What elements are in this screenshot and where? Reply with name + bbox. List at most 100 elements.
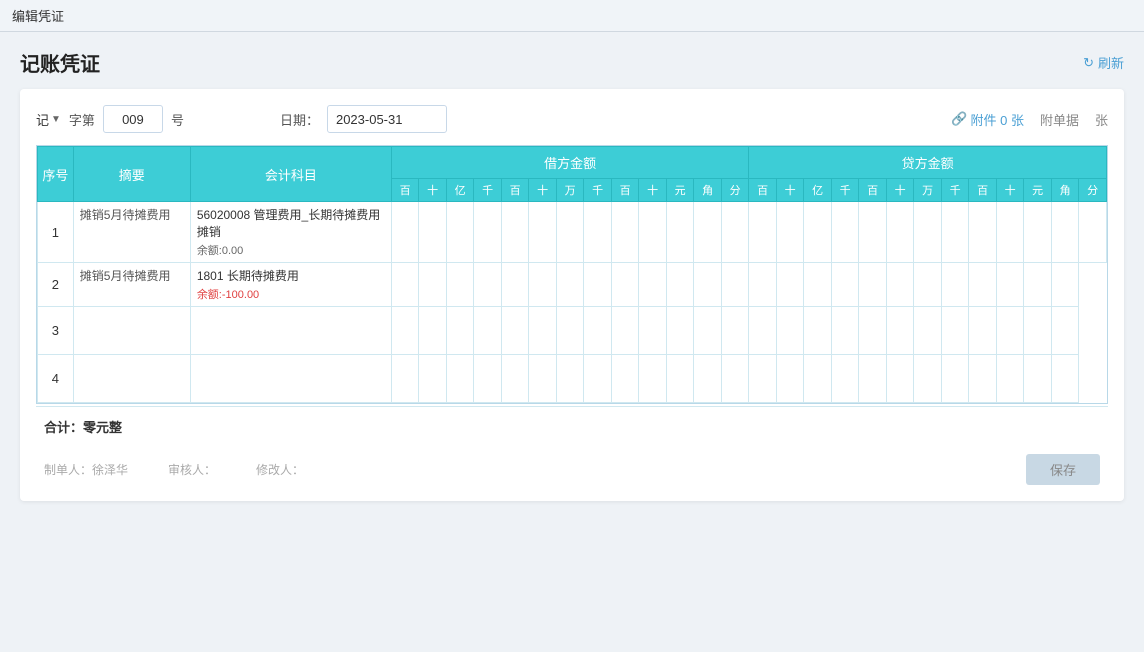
th-debit-jiao1: 角	[694, 179, 722, 202]
row-credit-1-3[interactable]	[804, 202, 832, 263]
row-debit-1-8[interactable]	[584, 202, 612, 263]
voucher-form-row: 记 ▼ 字第 号 日期： 🔗 附件 0 张 附单据 张	[36, 105, 1108, 133]
attachment-link[interactable]: 🔗 附件 0 张	[951, 110, 1024, 129]
table-row: 1 摊销5月待摊费用 56020008 管理费用_长期待摊费用摊销 余额:0.0…	[38, 202, 1107, 263]
save-button[interactable]: 保存	[1026, 454, 1100, 485]
row-credit-1-8[interactable]	[941, 202, 969, 263]
row-summary-3[interactable]	[73, 307, 190, 355]
page-header: 记账凭证 ↻ 刷新	[20, 48, 1124, 77]
th-debit-bai3: 百	[611, 179, 639, 202]
row-account-3[interactable]	[190, 307, 391, 355]
attachment-note: 附单据	[1040, 110, 1079, 129]
th-credit-bai2: 百	[859, 179, 887, 202]
th-credit: 贷方金额	[749, 147, 1107, 179]
row-credit-1-12[interactable]	[1051, 202, 1079, 263]
row-credit-1-7[interactable]	[914, 202, 942, 263]
hao-label: 号	[171, 110, 184, 129]
info-footer: 制单人：徐泽华 审核人： 修改人： 保存	[36, 446, 1108, 485]
th-debit-shi3: 十	[639, 179, 667, 202]
row-debit-1-3[interactable]	[446, 202, 474, 263]
th-credit-shi3: 十	[996, 179, 1024, 202]
row-credit-1-4[interactable]	[831, 202, 859, 263]
date-label: 日期：	[280, 110, 319, 129]
th-debit-yuan1: 元	[666, 179, 694, 202]
th-debit-bai2: 百	[501, 179, 529, 202]
modifier-label: 修改人：	[256, 461, 304, 478]
row-account-1[interactable]: 56020008 管理费用_长期待摊费用摊销 余额:0.00	[190, 202, 391, 263]
th-debit-qian2: 千	[584, 179, 612, 202]
paperclip-icon: 🔗	[951, 111, 967, 127]
attachment-label: 附件 0 张	[971, 110, 1024, 129]
table-row: 3	[38, 307, 1107, 355]
th-credit-bai3: 百	[969, 179, 997, 202]
row-credit-1-2[interactable]	[776, 202, 804, 263]
row-summary-4[interactable]	[73, 355, 190, 403]
row-credit-1-1[interactable]	[749, 202, 777, 263]
th-credit-jiao1: 角	[1051, 179, 1079, 202]
th-debit-yi1: 亿	[446, 179, 474, 202]
th-credit-qian1: 千	[831, 179, 859, 202]
row-credit-1-5[interactable]	[859, 202, 887, 263]
th-credit-fen1: 分	[1079, 179, 1107, 202]
voucher-card: 记 ▼ 字第 号 日期： 🔗 附件 0 张 附单据 张	[20, 89, 1124, 501]
row-debit-1-6[interactable]	[529, 202, 557, 263]
row-summary-1[interactable]: 摊销5月待摊费用	[73, 202, 190, 263]
reviewer-label: 审核人：	[168, 461, 216, 478]
th-seq: 序号	[38, 147, 74, 202]
voucher-table: 序号 摘要 会计科目 借方金额 贷方金额	[37, 146, 1107, 403]
th-credit-shi2: 十	[886, 179, 914, 202]
row-debit-1-10[interactable]	[639, 202, 667, 263]
th-debit-fen1: 分	[721, 179, 749, 202]
table-row: 4	[38, 355, 1107, 403]
th-debit-shi2: 十	[529, 179, 557, 202]
th-debit-bai1: 百	[391, 179, 419, 202]
title-bar-label: 编辑凭证	[12, 6, 64, 25]
th-debit-shi1: 十	[419, 179, 447, 202]
row-debit-1-13[interactable]	[721, 202, 749, 263]
row-debit-1-9[interactable]	[611, 202, 639, 263]
chevron-down-icon[interactable]: ▼	[51, 114, 61, 125]
row-seq-2: 2	[38, 263, 74, 307]
row-debit-1-1[interactable]	[391, 202, 419, 263]
total-label: 合计：零元整	[44, 417, 122, 436]
voucher-number-input[interactable]	[103, 105, 163, 133]
row-credit-1-10[interactable]	[996, 202, 1024, 263]
row-debit-1-4[interactable]	[474, 202, 502, 263]
row-credit-1-13[interactable]	[1079, 202, 1107, 263]
table-row: 2 摊销5月待摊费用 1801 长期待摊费用 余额:-100.00	[38, 263, 1107, 307]
th-credit-qian2: 千	[941, 179, 969, 202]
th-credit-yi1: 亿	[804, 179, 832, 202]
th-debit-qian1: 千	[474, 179, 502, 202]
refresh-button[interactable]: ↻ 刷新	[1083, 53, 1124, 72]
title-bar: 编辑凭证	[0, 0, 1144, 32]
page-title: 记账凭证	[20, 48, 100, 77]
main-container: 记账凭证 ↻ 刷新 记 ▼ 字第 号 日期： 🔗 附件 0 张 附单据	[0, 32, 1144, 652]
row-summary-2[interactable]: 摊销5月待摊费用	[73, 263, 190, 307]
row-credit-1-6[interactable]	[886, 202, 914, 263]
row-account-4[interactable]	[190, 355, 391, 403]
row-seq-3: 3	[38, 307, 74, 355]
row-debit-1-2[interactable]	[419, 202, 447, 263]
zi-label: 字第	[69, 110, 95, 129]
row-debit-1-5[interactable]	[501, 202, 529, 263]
row-debit-1-12[interactable]	[694, 202, 722, 263]
row-account-2[interactable]: 1801 长期待摊费用 余额:-100.00	[190, 263, 391, 307]
row-credit-1-9[interactable]	[969, 202, 997, 263]
creator-label: 制单人：徐泽华	[44, 461, 128, 478]
th-summary: 摘要	[73, 147, 190, 202]
row-seq-1: 1	[38, 202, 74, 263]
row-debit-1-7[interactable]	[556, 202, 584, 263]
date-input[interactable]	[327, 105, 447, 133]
refresh-icon: ↻	[1083, 55, 1094, 71]
attachment-area: 🔗 附件 0 张 附单据 张	[951, 110, 1108, 129]
th-credit-bai1: 百	[749, 179, 777, 202]
row-credit-1-11[interactable]	[1024, 202, 1052, 263]
th-debit-wan1: 万	[556, 179, 584, 202]
voucher-table-wrapper: 序号 摘要 会计科目 借方金额 贷方金额	[36, 145, 1108, 404]
th-account: 会计科目	[190, 147, 391, 202]
voucher-type-selector[interactable]: 记 ▼	[36, 110, 61, 129]
th-debit: 借方金额	[391, 147, 749, 179]
attachment-unit: 张	[1095, 110, 1108, 129]
row-debit-1-11[interactable]	[666, 202, 694, 263]
th-credit-yuan1: 元	[1024, 179, 1052, 202]
